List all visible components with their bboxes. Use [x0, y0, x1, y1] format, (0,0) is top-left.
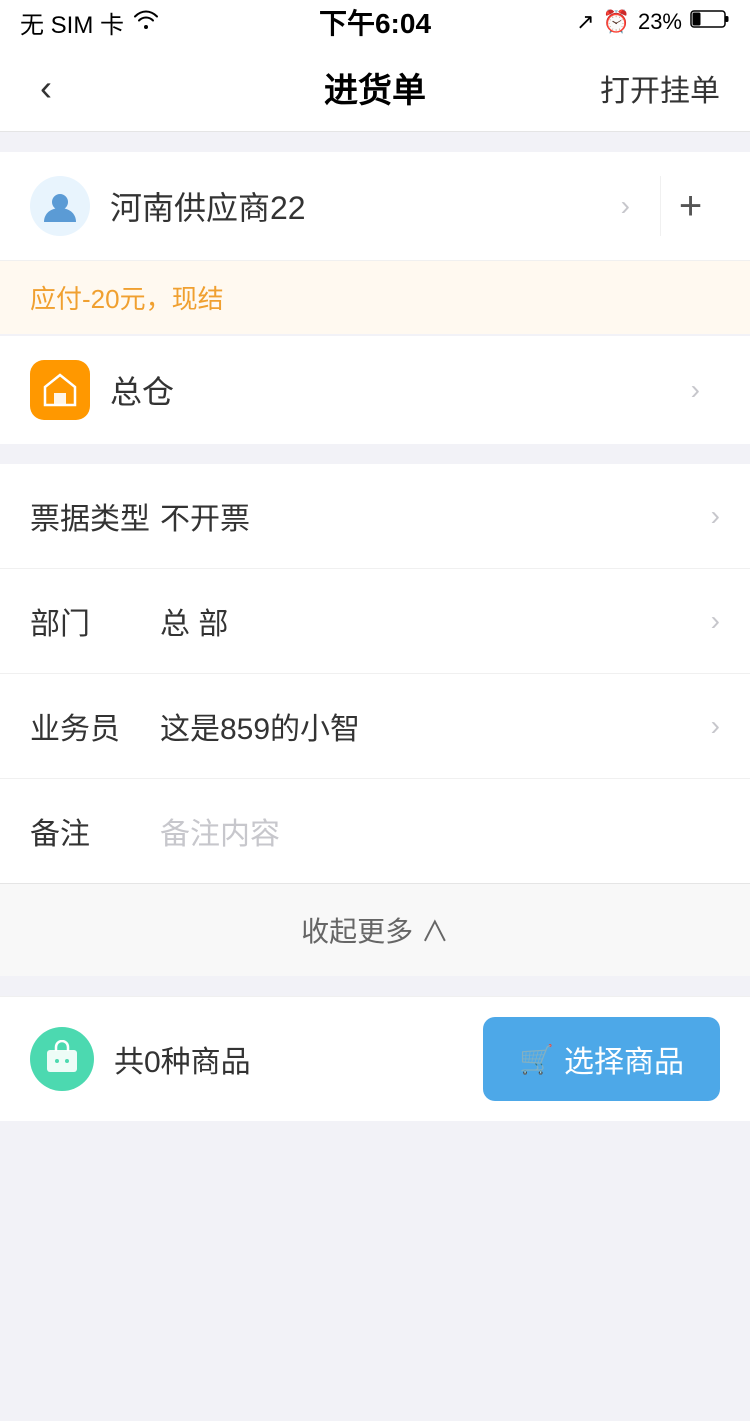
- status-left: 无 SIM 卡: [20, 5, 160, 40]
- wifi-icon: [132, 8, 160, 36]
- invoice-type-value: 不开票: [160, 494, 711, 538]
- warehouse-name: 总仓: [110, 367, 691, 413]
- carrier-label: 无 SIM 卡: [20, 5, 124, 40]
- section-gap-1: [0, 132, 750, 152]
- salesperson-chevron-icon: ›: [711, 710, 720, 742]
- supplier-row[interactable]: 河南供应商22 › +: [0, 152, 750, 261]
- status-right: ↗ ⏰ 23%: [576, 8, 730, 36]
- remark-row[interactable]: 备注 备注内容: [0, 779, 750, 883]
- add-supplier-button[interactable]: +: [660, 176, 720, 236]
- bottom-bar: 共0种商品 🛒 选择商品: [0, 996, 750, 1121]
- salesperson-row[interactable]: 业务员 这是859的小智 ›: [0, 674, 750, 779]
- supplier-avatar: [30, 176, 90, 236]
- warehouse-chevron-icon: ›: [691, 374, 700, 406]
- warehouse-icon: [30, 360, 90, 420]
- invoice-type-row[interactable]: 票据类型 不开票 ›: [0, 464, 750, 569]
- status-bar: 无 SIM 卡 下午6:04 ↗ ⏰ 23%: [0, 0, 750, 44]
- department-row[interactable]: 部门 总 部 ›: [0, 569, 750, 674]
- collapse-label: 收起更多 ∧: [301, 910, 449, 950]
- notice-row: 应付-20元，现结: [0, 261, 750, 334]
- department-chevron-icon: ›: [711, 605, 720, 637]
- warehouse-row[interactable]: 总仓 ›: [0, 336, 750, 444]
- supplier-chevron-icon: ›: [621, 190, 630, 222]
- product-icon: [30, 1027, 94, 1091]
- select-product-button[interactable]: 🛒 选择商品: [483, 1017, 720, 1101]
- open-hang-order-button[interactable]: 打开挂单: [600, 66, 720, 110]
- department-value: 总 部: [160, 599, 711, 643]
- invoice-type-label: 票据类型: [30, 494, 160, 538]
- salesperson-value: 这是859的小智: [160, 704, 711, 748]
- warehouse-section: 总仓 ›: [0, 336, 750, 444]
- supplier-section: 河南供应商22 › + 应付-20元，现结: [0, 152, 750, 334]
- time-label: 下午6:04: [319, 2, 431, 42]
- alarm-icon: ⏰: [603, 9, 630, 35]
- battery-icon: [690, 8, 730, 36]
- salesperson-label: 业务员: [30, 704, 160, 748]
- main-background: [0, 1121, 750, 1421]
- remark-label: 备注: [30, 809, 160, 853]
- back-button[interactable]: ‹: [30, 57, 62, 119]
- supplier-name: 河南供应商22: [110, 183, 621, 229]
- select-product-icon: 🛒: [519, 1043, 554, 1076]
- collapse-row[interactable]: 收起更多 ∧: [0, 883, 750, 976]
- nav-bar: ‹ 进货单 打开挂单: [0, 44, 750, 132]
- product-count-label: 共0种商品: [114, 1037, 483, 1081]
- invoice-type-chevron-icon: ›: [711, 500, 720, 532]
- department-label: 部门: [30, 599, 160, 643]
- remark-input[interactable]: 备注内容: [160, 809, 720, 853]
- battery-label: 23%: [638, 9, 682, 35]
- location-icon: ↗: [576, 9, 594, 35]
- form-section: 票据类型 不开票 › 部门 总 部 › 业务员 这是859的小智 › 备注 备注…: [0, 464, 750, 883]
- page-title: 进货单: [324, 63, 426, 112]
- select-product-label: 选择商品: [564, 1037, 684, 1081]
